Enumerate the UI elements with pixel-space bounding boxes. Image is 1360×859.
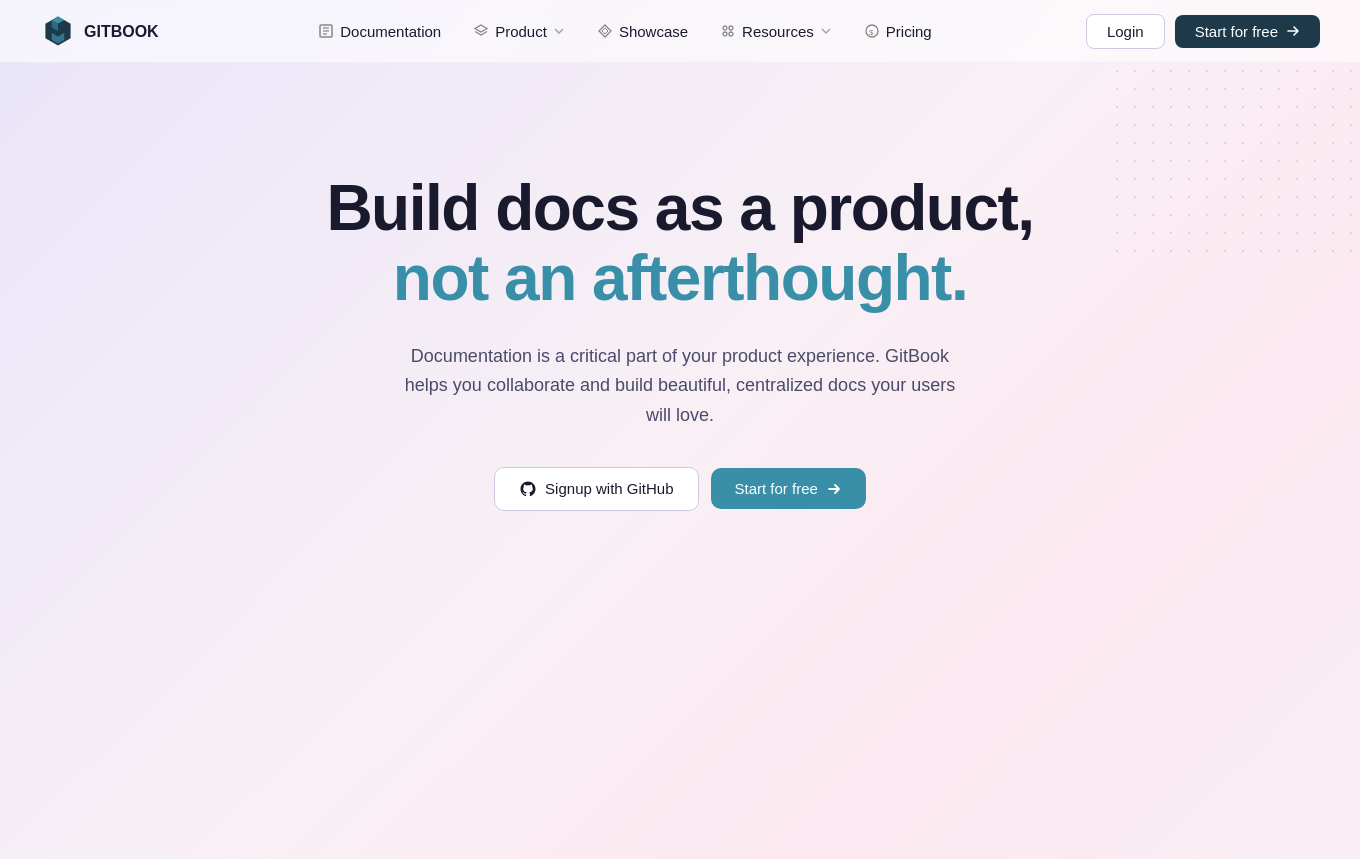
content-area: [0, 571, 1360, 859]
svg-marker-5: [475, 25, 487, 32]
nav-links: Documentation Product Showc: [304, 15, 945, 48]
nav-pricing[interactable]: $ Pricing: [850, 15, 946, 48]
diamond-icon: [597, 23, 613, 39]
svg-point-11: [729, 32, 733, 36]
github-icon: [519, 480, 537, 498]
gitbook-logo-icon: [40, 13, 76, 49]
nav-showcase[interactable]: Showcase: [583, 15, 702, 48]
gitbook-wordmark: GITBOOK: [84, 21, 164, 41]
navbar: GITBOOK Documentation Product: [0, 0, 1360, 63]
nav-resources[interactable]: Resources: [706, 15, 846, 48]
nav-documentation[interactable]: Documentation: [304, 15, 455, 48]
tag-icon: $: [864, 23, 880, 39]
grid-icon: [720, 23, 736, 39]
arrow-right-icon: [1286, 24, 1300, 38]
hero-actions: Signup with GitHub Start for free: [494, 467, 866, 511]
nav-start-button[interactable]: Start for free: [1175, 15, 1320, 48]
hero-start-button[interactable]: Start for free: [711, 468, 866, 509]
chevron-down-icon-2: [820, 25, 832, 37]
svg-point-10: [723, 32, 727, 36]
layers-icon: [473, 23, 489, 39]
nav-product[interactable]: Product: [459, 15, 579, 48]
arrow-right-hero-icon: [826, 481, 842, 497]
svg-point-8: [723, 26, 727, 30]
svg-text:GITBOOK: GITBOOK: [84, 23, 159, 40]
svg-point-9: [729, 26, 733, 30]
svg-marker-6: [599, 25, 611, 37]
svg-marker-7: [602, 28, 608, 34]
nav-actions: Login Start for free: [1086, 14, 1320, 49]
github-signup-button[interactable]: Signup with GitHub: [494, 467, 698, 511]
logo-link[interactable]: GITBOOK: [40, 13, 164, 49]
hero-section: Build docs as a product, not an aftertho…: [0, 63, 1360, 571]
chevron-down-icon: [553, 25, 565, 37]
book-icon: [318, 23, 334, 39]
svg-text:$: $: [869, 28, 874, 37]
hero-subtitle: Documentation is a critical part of your…: [400, 342, 960, 431]
login-button[interactable]: Login: [1086, 14, 1165, 49]
hero-title: Build docs as a product, not an aftertho…: [326, 173, 1033, 314]
